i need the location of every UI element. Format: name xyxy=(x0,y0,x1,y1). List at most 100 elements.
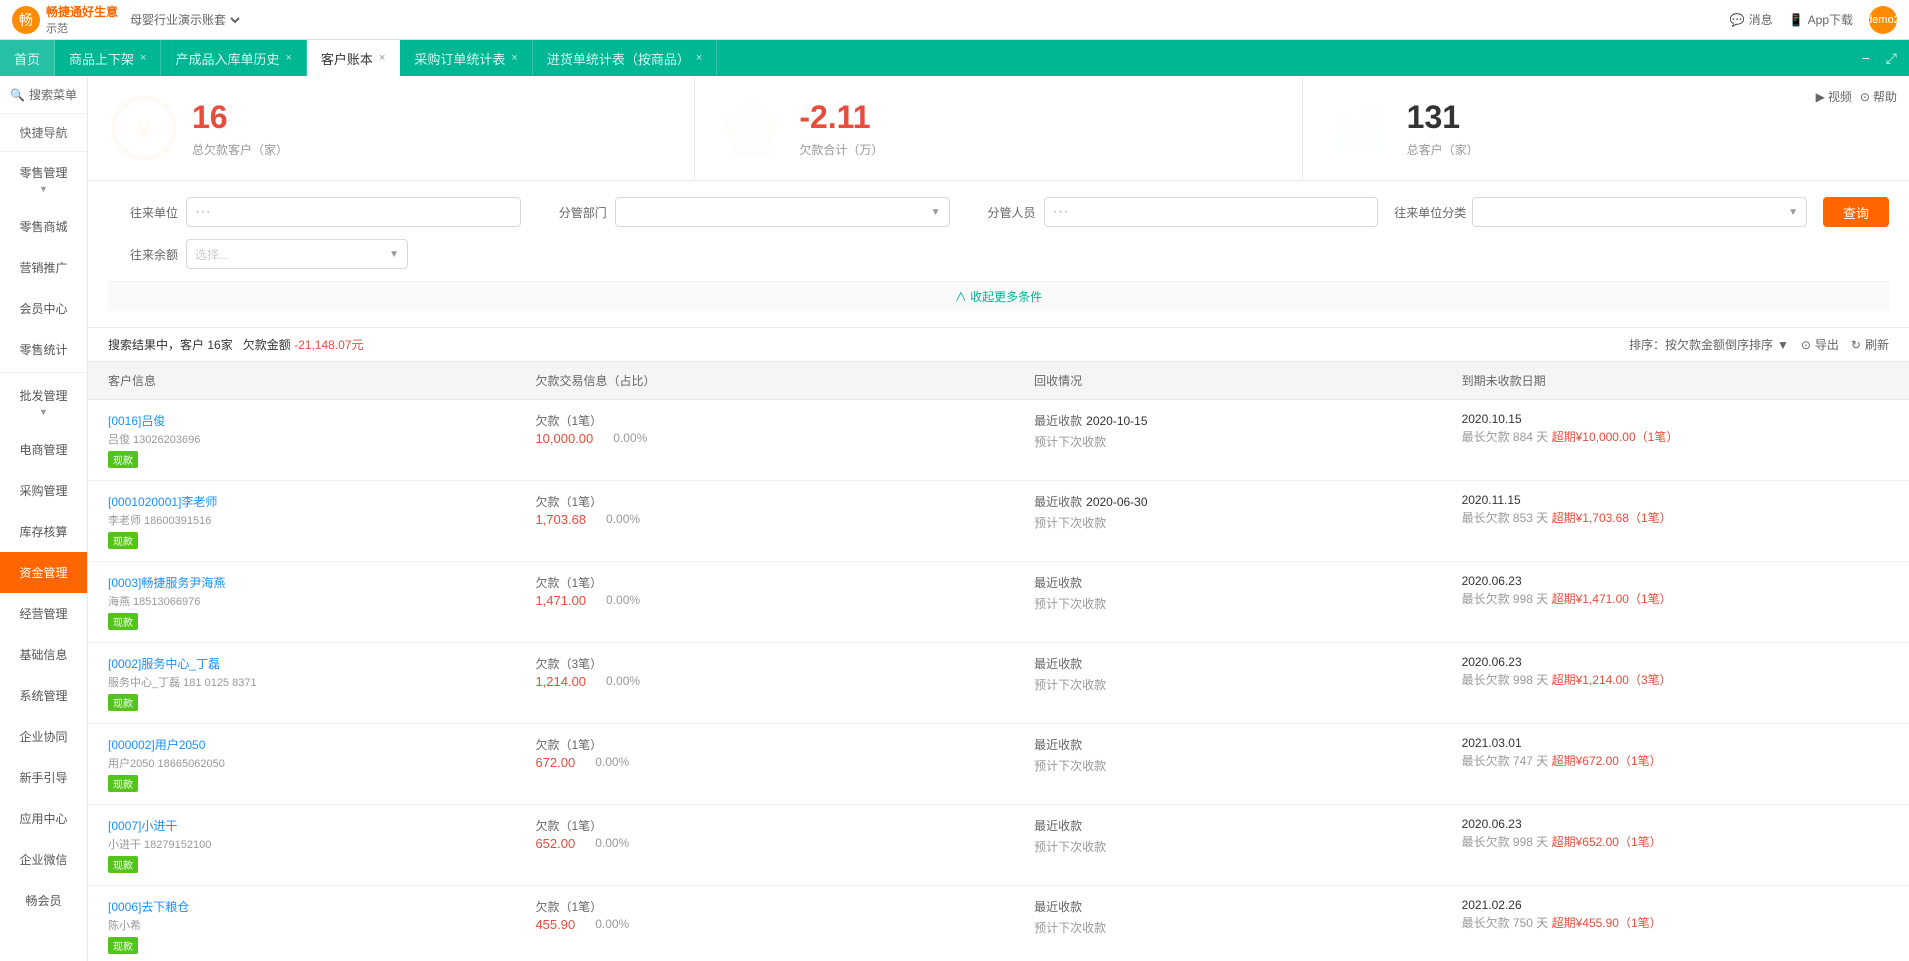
stat-icon-yuan: ¥ xyxy=(112,96,176,160)
play-icon: ▶ xyxy=(1816,90,1825,104)
debt-percent-lls: 0.00% xyxy=(606,512,640,526)
customer-phone-0003: 海燕 18513066976 xyxy=(108,593,535,609)
tag-xian-0002: 现款 xyxy=(108,694,138,711)
filter-source-unit-label: 往来单位 xyxy=(108,204,178,221)
table-row: [0006]去下粮仓 陈小希 现款 欠款（1笔） 455.90 0.00% 最近… xyxy=(88,886,1909,961)
sidebar-item-business[interactable]: 经营管理 xyxy=(0,593,87,634)
repay-next-0002: 预计下次收款 xyxy=(1034,676,1461,693)
repay-cell-0016: 最近收款2020-10-15 预计下次收款 xyxy=(1034,412,1461,450)
overdue-link-0003[interactable]: 超期¥1,471.00（1笔） xyxy=(1552,592,1672,606)
debt-info-0006: 455.90 0.00% xyxy=(535,915,1034,932)
video-action-button[interactable]: ▶ 视频 xyxy=(1816,88,1852,105)
debt-amount-0007: 652.00 xyxy=(535,836,575,851)
repay-last-0003: 最近收款 xyxy=(1034,574,1461,591)
search-button[interactable]: 查询 xyxy=(1823,197,1889,227)
company-select[interactable]: 母婴行业演示账套 xyxy=(126,12,243,28)
table-col-customer: 客户信息 xyxy=(108,372,535,389)
customer-name-link-0003[interactable]: [0003]畅捷服务尹海燕 xyxy=(108,576,225,590)
stat-card-debt-customers: ¥ 16 总欠款客户（家） xyxy=(88,76,695,180)
sidebar-item-vip[interactable]: 畅会员 xyxy=(0,880,87,921)
tab-purchase-order-close[interactable]: × xyxy=(511,52,517,64)
tab-product-shelf[interactable]: 商品上下架 × xyxy=(55,40,161,76)
sort-label: 排序：按欠款金额倒序排序 xyxy=(1629,336,1773,353)
overdue-link-0002[interactable]: 超期¥1,214.00（3笔） xyxy=(1552,673,1672,687)
sidebar-item-enterprise[interactable]: 企业协同 xyxy=(0,716,87,757)
phone-icon: 📱 xyxy=(1789,13,1804,27)
sidebar-item-member-label: 会员中心 xyxy=(19,300,67,317)
customer-name-link-0007[interactable]: [0007]小进干 xyxy=(108,819,177,833)
overdue-days-000002: 最长欠款 747 天 超期¥672.00（1笔） xyxy=(1462,752,1889,769)
filter-balance-select[interactable]: 选择... ▼ xyxy=(186,239,408,269)
sidebar-item-purchase[interactable]: 采购管理 xyxy=(0,470,87,511)
sidebar-item-marketing[interactable]: 营销推广 xyxy=(0,247,87,288)
repay-last-0002: 最近收款 xyxy=(1034,655,1461,672)
overdue-link-0016[interactable]: 超期¥10,000.00（1笔） xyxy=(1552,430,1679,444)
sidebar-item-app-center[interactable]: 应用中心 xyxy=(0,798,87,839)
sidebar-item-basic[interactable]: 基础信息 xyxy=(0,634,87,675)
overdue-days-0002: 最长欠款 998 天 超期¥1,214.00（3笔） xyxy=(1462,671,1889,688)
sidebar-item-ecommerce[interactable]: 电商管理 xyxy=(0,429,87,470)
sidebar-item-new-guide[interactable]: 新手引导 xyxy=(0,757,87,798)
stat-value-total-customers: 131 xyxy=(1407,98,1479,136)
filter-person: 分管人员 ··· xyxy=(966,197,1379,227)
sidebar-item-batch-mgmt[interactable]: 批发管理 ▼ xyxy=(0,375,87,429)
sidebar-item-finance[interactable]: 资金管理 xyxy=(0,552,87,593)
sidebar-item-retail-mall[interactable]: 零售商城 xyxy=(0,206,87,247)
overdue-link-0006[interactable]: 超期¥455.90（1笔） xyxy=(1552,916,1662,930)
filter-person-input[interactable]: ··· xyxy=(1044,197,1379,227)
tab-purchase-stats-close[interactable]: × xyxy=(696,52,702,64)
tab-expand-button[interactable]: ⤢ xyxy=(1882,46,1901,71)
export-button[interactable]: ⊙ 导出 xyxy=(1801,336,1839,353)
tab-purchase-order[interactable]: 采购订单统计表 × xyxy=(400,40,532,76)
overdue-cell-000002: 2021.03.01 最长欠款 747 天 超期¥672.00（1笔） xyxy=(1462,736,1889,769)
customer-name-link-lls[interactable]: [0001020001]李老师 xyxy=(108,495,217,509)
overdue-link-lls[interactable]: 超期¥1,703.68（1笔） xyxy=(1552,511,1672,525)
repay-cell-lls: 最近收款2020-06-30 预计下次收款 xyxy=(1034,493,1461,531)
sidebar-quick-nav[interactable]: 快捷导航 xyxy=(0,114,87,152)
debt-info-0016: 10,000.00 0.00% xyxy=(535,429,1034,446)
app-download-button[interactable]: 📱 App下载 xyxy=(1789,11,1853,28)
refresh-label: 刷新 xyxy=(1865,336,1889,353)
tab-customer-account[interactable]: 客户账本 × xyxy=(307,40,400,76)
repay-next-0016: 预计下次收款 xyxy=(1034,433,1461,450)
customer-name-link-0002[interactable]: [0002]服务中心_丁磊 xyxy=(108,657,220,671)
tab-minimize-button[interactable]: − xyxy=(1858,46,1874,70)
sidebar-item-member[interactable]: 会员中心 xyxy=(0,288,87,329)
logo-char: 畅 xyxy=(19,10,33,30)
filter-dept-select[interactable]: ▼ xyxy=(615,197,950,227)
overdue-link-000002[interactable]: 超期¥672.00（1笔） xyxy=(1552,754,1662,768)
collapse-button[interactable]: ∧ 收起更多条件 xyxy=(108,281,1889,311)
repay-cell-0003: 最近收款 预计下次收款 xyxy=(1034,574,1461,612)
filter-unit-category-select[interactable]: ▼ xyxy=(1472,197,1807,227)
debt-cell-000002: 欠款（1笔） 672.00 0.00% xyxy=(535,736,1034,770)
customer-name-link-000002[interactable]: [000002]用户2050 xyxy=(108,738,205,752)
customer-name-link-0006[interactable]: [0006]去下粮仓 xyxy=(108,900,189,914)
tab-product-history-close[interactable]: × xyxy=(285,52,291,64)
tab-purchase-stats[interactable]: 进货单统计表（按商品） × xyxy=(533,40,717,76)
sidebar-item-enterprise-wechat[interactable]: 企业微信 xyxy=(0,839,87,880)
help-action-button[interactable]: ⊙ 帮助 xyxy=(1860,88,1897,105)
sidebar-item-system[interactable]: 系统管理 xyxy=(0,675,87,716)
user-profile[interactable]: demo2 xyxy=(1869,6,1897,34)
sidebar-item-retail-mgmt[interactable]: 零售管理 ▼ xyxy=(0,152,87,206)
sort-select[interactable]: 排序：按欠款金额倒序排序 ▼ xyxy=(1629,336,1789,353)
table-col-repay: 回收情况 xyxy=(1034,372,1461,389)
stat-label-debt-amount: 欠款合计（万） xyxy=(799,141,883,158)
customer-name-link-0016[interactable]: [0016]吕俊 xyxy=(108,414,165,428)
refresh-button[interactable]: ↻ 刷新 xyxy=(1851,336,1889,353)
tab-home[interactable]: 首页 xyxy=(0,40,55,76)
message-button[interactable]: 💬 消息 xyxy=(1730,11,1773,28)
sidebar-search-menu[interactable]: 🔍 搜索菜单 xyxy=(0,76,87,114)
repay-cell-0002: 最近收款 预计下次收款 xyxy=(1034,655,1461,693)
sidebar-item-inventory[interactable]: 库存核算 xyxy=(0,511,87,552)
tab-product-shelf-close[interactable]: × xyxy=(140,52,146,64)
debt-amount-0003: 1,471.00 xyxy=(535,593,586,608)
sidebar-item-retail-stats[interactable]: 零售统计 xyxy=(0,329,87,370)
tab-bar: 首页 商品上下架 × 产成品入库单历史 × 客户账本 × 采购订单统计表 × 进… xyxy=(0,40,1909,76)
tab-product-history[interactable]: 产成品入库单历史 × xyxy=(161,40,306,76)
customer-cell-0007: [0007]小进干 小进干 18279152100 现款 xyxy=(108,817,535,873)
tab-customer-account-close[interactable]: × xyxy=(379,52,385,64)
overdue-link-0007[interactable]: 超期¥652.00（1笔） xyxy=(1552,835,1662,849)
filter-source-unit-input[interactable]: ··· xyxy=(186,197,521,227)
filter-row-2: 往来余额 选择... ▼ xyxy=(108,239,1889,269)
